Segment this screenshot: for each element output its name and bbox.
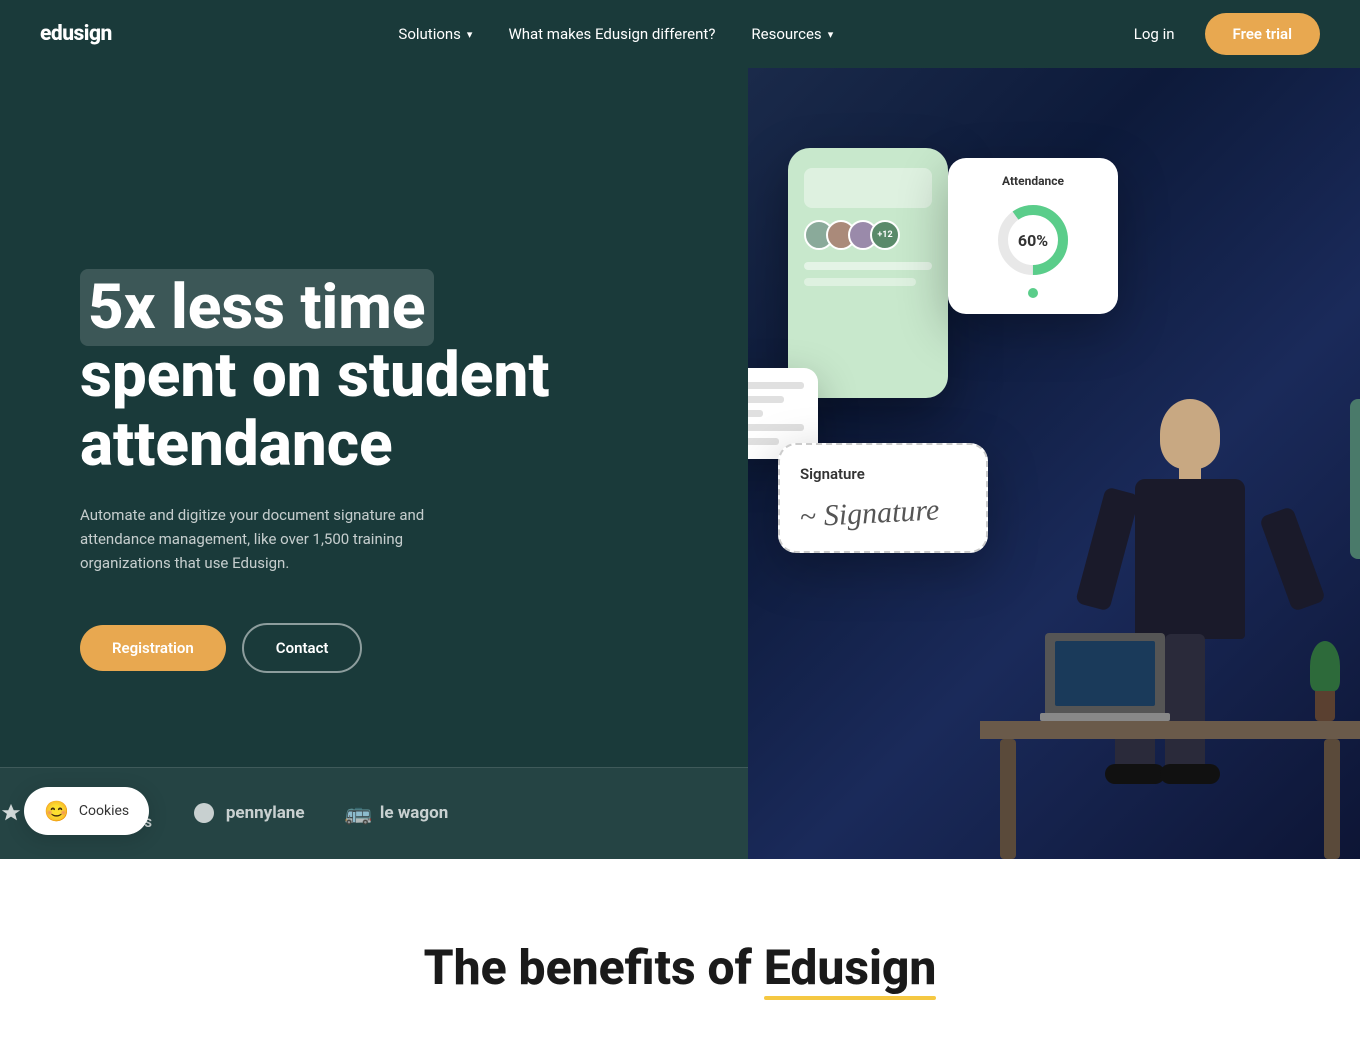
nav-right: Log in Free trial [1120, 13, 1320, 55]
cookies-icon: 😊 [44, 799, 69, 823]
chevron-down-icon: ▾ [467, 28, 473, 41]
hero-right: +12 Attendance 60% [748, 68, 1360, 859]
cookies-banner[interactable]: 😊 Cookies [24, 787, 149, 835]
benefits-title: The benefits of Edusign [40, 939, 1320, 996]
hero-headline: 5x less time spent on student attendance [80, 274, 708, 479]
nav-links: Solutions ▾ What makes Edusign different… [384, 17, 847, 51]
chevron-down-icon: ▾ [828, 28, 834, 41]
nav-resources[interactable]: Resources ▾ [737, 17, 847, 51]
login-button[interactable]: Log in [1120, 17, 1189, 51]
registration-button[interactable]: Registration [80, 625, 226, 671]
sig-wave: ~ Signature [799, 493, 940, 534]
laptop-base [1040, 713, 1170, 721]
logo-pennylane: pennylane [194, 803, 305, 823]
logo-lewagon: 🚌 le wagon [345, 801, 449, 826]
pie-percent: 60% [1018, 231, 1048, 250]
hero-left: 5x less time spent on student attendance… [0, 68, 748, 859]
logo[interactable]: edusign [40, 22, 112, 46]
nav-solutions[interactable]: Solutions ▾ [384, 17, 486, 51]
sig-label: Signature [800, 465, 966, 483]
hero-section: 5x less time spent on student attendance… [0, 0, 1360, 859]
hero-buttons: Registration Contact [80, 623, 708, 673]
pie-dot [1028, 288, 1038, 298]
contact-button[interactable]: Contact [242, 623, 363, 673]
cookies-label: Cookies [79, 803, 129, 819]
plant [1310, 641, 1340, 721]
hero-subtext: Automate and digitize your document sign… [80, 503, 480, 575]
avatar-row: +12 [788, 220, 948, 262]
chair-back [1350, 399, 1360, 559]
desk-table [980, 721, 1360, 739]
pie-chart-card: Attendance 60% [948, 158, 1118, 314]
benefits-section: The benefits of Edusign [0, 859, 1360, 1064]
ui-cards-area: +12 Attendance 60% [748, 148, 1148, 708]
navbar: edusign Solutions ▾ What makes Edusign d… [0, 0, 1360, 68]
mobile-green-card: +12 [788, 148, 948, 398]
signature-card: Signature ~ Signature [778, 443, 988, 553]
pie-card-title: Attendance [964, 174, 1102, 188]
nav-different[interactable]: What makes Edusign different? [494, 17, 729, 51]
free-trial-button[interactable]: Free trial [1205, 13, 1320, 55]
